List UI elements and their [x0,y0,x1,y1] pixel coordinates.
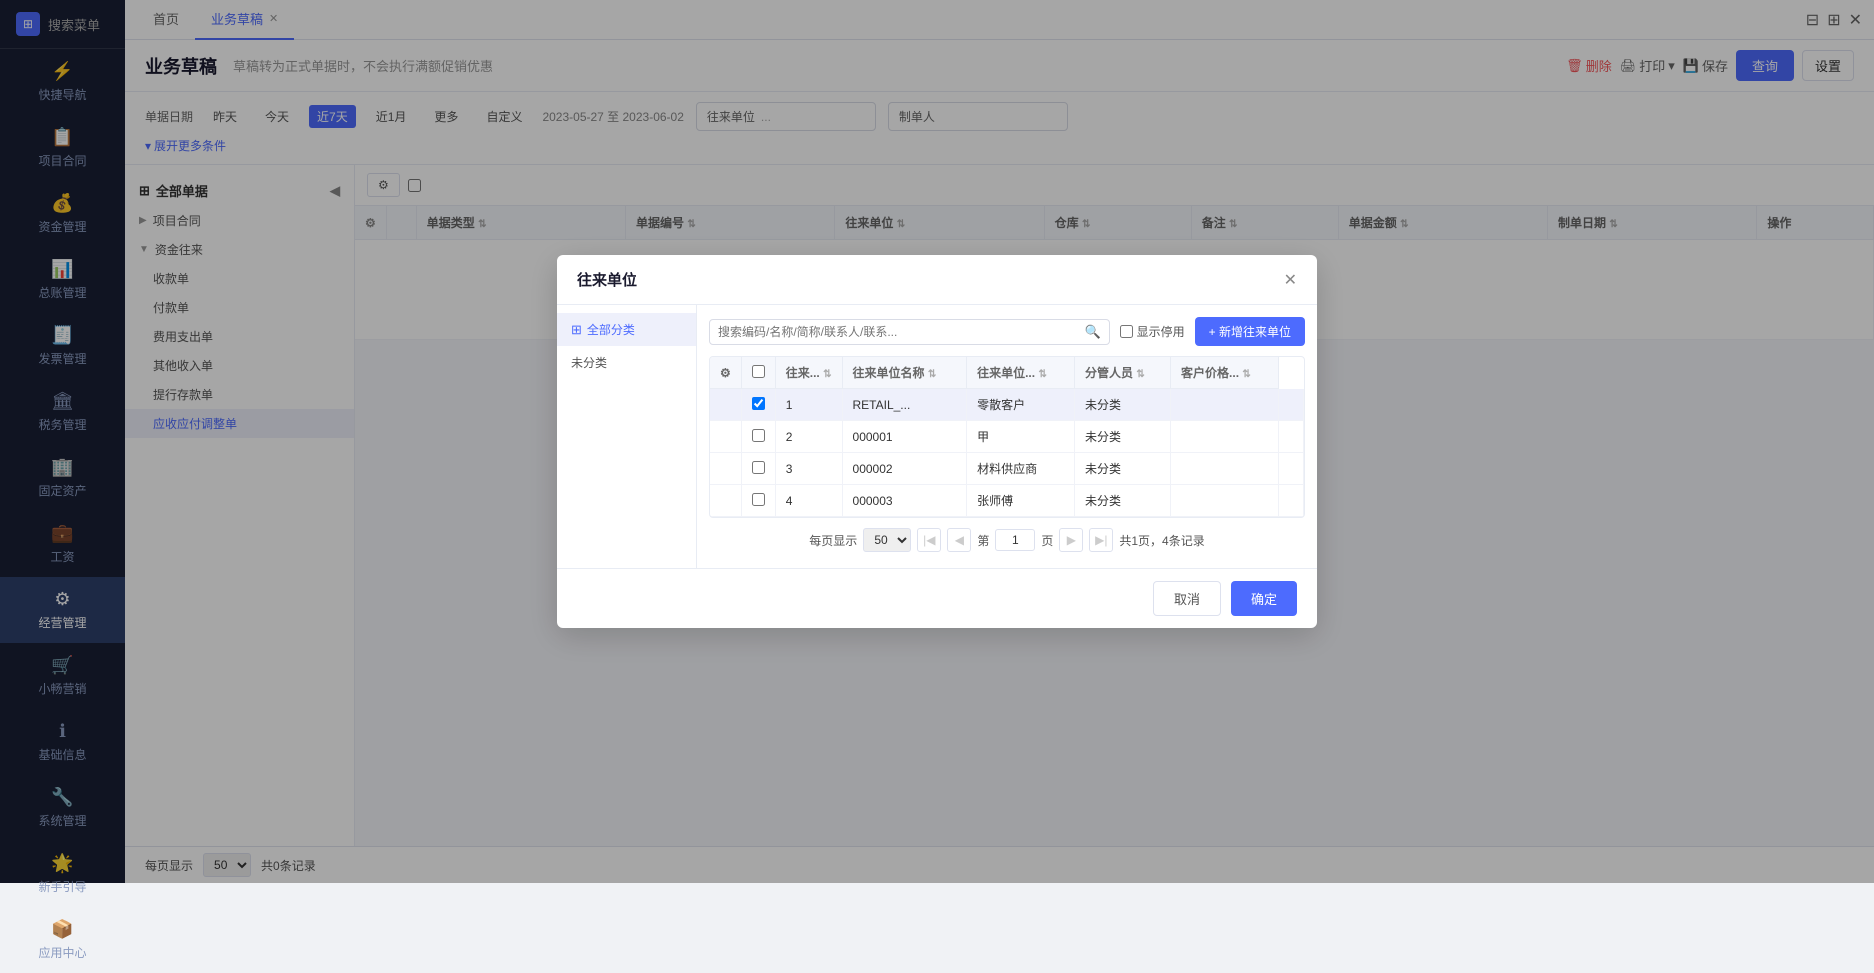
row-num: 2 [775,421,842,453]
row-code: 000002 [842,453,967,485]
dialog-content: 🔍 显示停用 + 新增往来单位 ⚙ [697,305,1317,568]
row-category: 未分类 [1075,485,1171,517]
app-center-icon: 📦 [51,919,73,940]
dialog-table-row[interactable]: 4 000003 张师傅 未分类 [710,485,1304,517]
total-info: 共1页，4条记录 [1119,532,1204,549]
sidebar-item-label: 应用中心 [38,944,86,961]
row-checkbox-cell[interactable] [741,389,775,421]
dialog-th-settings: ⚙ [710,357,741,389]
dialog-th-code: 往来... ⇅ [775,357,842,389]
row-checkbox-cell[interactable] [741,485,775,517]
row-name: 张师傅 [967,485,1075,517]
row-price-level [1278,485,1303,517]
dialog-tree-unclassified[interactable]: 未分类 [557,346,696,379]
dialog-overlay[interactable]: 往来单位 ✕ ⊞ 全部分类 未分类 🔍 [0,0,1874,883]
dialog-tree-all-label: 全部分类 [587,321,635,338]
dialog-th-name: 往来单位名称 ⇅ [842,357,967,389]
sidebar-item-app-center[interactable]: 📦 应用中心 [0,907,125,973]
show-disabled-checkbox[interactable] [1120,325,1133,338]
dialog-th-category: 往来单位... ⇅ [967,357,1075,389]
row-num: 1 [775,389,842,421]
search-icon: 🔍 [1084,324,1100,340]
dialog-tree: ⊞ 全部分类 未分类 [557,305,697,568]
dialog-table-header: ⚙ 往来... ⇅ 往来单位名称 ⇅ 往来单位... ⇅ 分管人员 ⇅ 客户价格… [710,357,1304,389]
confirm-button[interactable]: 确定 [1231,581,1297,616]
row-num: 4 [775,485,842,517]
add-partner-button[interactable]: + 新增往来单位 [1195,317,1305,346]
row-code: 000001 [842,421,967,453]
first-page-btn[interactable]: |◀ [917,528,941,552]
row-checkbox[interactable] [752,397,765,410]
row-name: 材料供应商 [967,453,1075,485]
row-settings-icon [710,453,741,485]
dialog-table-row[interactable]: 2 000001 甲 未分类 [710,421,1304,453]
row-category: 未分类 [1075,389,1171,421]
show-disabled-label[interactable]: 显示停用 [1120,323,1185,340]
last-page-btn[interactable]: ▶| [1089,528,1113,552]
row-name: 甲 [967,421,1075,453]
row-code: RETAIL_... [842,389,967,421]
row-checkbox[interactable] [752,461,765,474]
dialog-pagination: 每页显示 50 |◀ ◀ 第 页 ▶ ▶| 共1页，4条记录 [709,518,1305,556]
dialog-close-icon[interactable]: ✕ [1284,270,1297,290]
dialog-title: 往来单位 [577,269,637,290]
row-name: 零散客户 [967,389,1075,421]
row-settings-icon [710,421,741,453]
row-num: 3 [775,453,842,485]
dialog-table: ⚙ 往来... ⇅ 往来单位名称 ⇅ 往来单位... ⇅ 分管人员 ⇅ 客户价格… [710,357,1304,517]
row-settings-icon [710,485,741,517]
grid-icon-small: ⊞ [571,322,582,338]
dialog-th-salesperson: 分管人员 ⇅ [1075,357,1171,389]
dialog-th-price-level: 客户价格... ⇅ [1171,357,1279,389]
prev-page-btn[interactable]: ◀ [947,528,971,552]
row-category: 未分类 [1075,453,1171,485]
row-checkbox-cell[interactable] [741,453,775,485]
dialog-table-row[interactable]: 1 RETAIL_... 零散客户 未分类 [710,389,1304,421]
per-page-label: 每页显示 [809,532,857,549]
dialog-select-all[interactable] [752,365,765,378]
partner-dialog: 往来单位 ✕ ⊞ 全部分类 未分类 🔍 [557,255,1317,628]
dialog-table-row[interactable]: 3 000002 材料供应商 未分类 [710,453,1304,485]
dialog-header: 往来单位 ✕ [557,255,1317,305]
page-suffix: 页 [1041,532,1053,549]
row-salesperson [1171,453,1279,485]
page-input[interactable] [995,529,1035,551]
dialog-footer: 取消 确定 [557,568,1317,628]
next-page-btn[interactable]: ▶ [1059,528,1083,552]
row-price-level [1278,421,1303,453]
dialog-tree-unclassified-label: 未分类 [571,354,607,371]
dialog-tree-all[interactable]: ⊞ 全部分类 [557,313,696,346]
partner-search-box[interactable]: 🔍 [709,319,1110,345]
cancel-button[interactable]: 取消 [1153,581,1221,616]
row-settings-icon [710,389,741,421]
page-prefix: 第 [977,532,989,549]
row-salesperson [1171,421,1279,453]
dialog-table-wrap: ⚙ 往来... ⇅ 往来单位名称 ⇅ 往来单位... ⇅ 分管人员 ⇅ 客户价格… [709,356,1305,518]
row-checkbox[interactable] [752,429,765,442]
dialog-body: ⊞ 全部分类 未分类 🔍 显示停用 [557,305,1317,568]
row-price-level [1278,453,1303,485]
row-code: 000003 [842,485,967,517]
partner-search-input[interactable] [718,325,1078,339]
row-checkbox[interactable] [752,493,765,506]
row-price-level [1278,389,1303,421]
row-category: 未分类 [1075,421,1171,453]
dialog-per-page-select[interactable]: 50 [863,528,911,552]
row-checkbox-cell[interactable] [741,421,775,453]
dialog-toolbar: 🔍 显示停用 + 新增往来单位 [709,317,1305,346]
row-salesperson [1171,389,1279,421]
row-salesperson [1171,485,1279,517]
dialog-th-check [741,357,775,389]
